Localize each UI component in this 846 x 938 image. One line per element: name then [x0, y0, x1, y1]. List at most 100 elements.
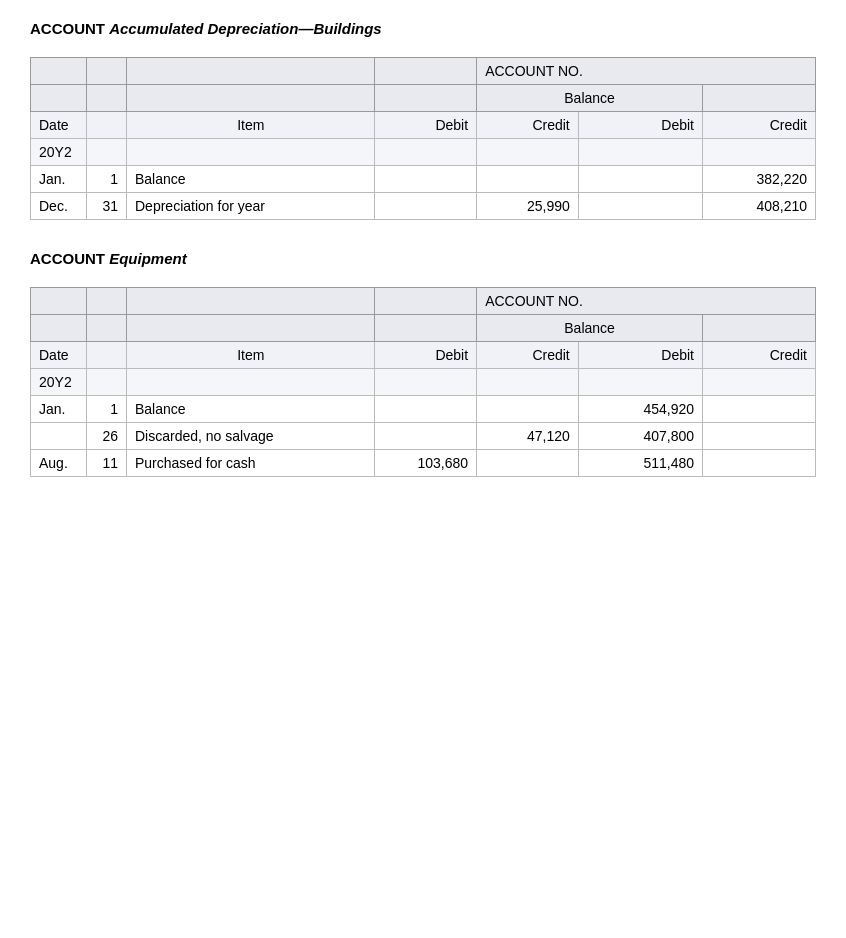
- cell-debit-0: [375, 369, 477, 396]
- table-row-0: 20Y2: [31, 369, 816, 396]
- account-title-prefix: ACCOUNT: [30, 20, 109, 37]
- cell-credit-2: 47,120: [477, 423, 579, 450]
- cell-item-1: Balance: [127, 396, 375, 423]
- account-section-0: ACCOUNT NO. Balance Date Item Debit Cred…: [30, 57, 816, 220]
- col-header-item: Item: [127, 342, 375, 369]
- hcell-empty6: [87, 315, 127, 342]
- hcell-empty3: [127, 58, 375, 85]
- table-row-2: 26 Discarded, no salvage 47,120 407,800: [31, 423, 816, 450]
- cell-bal-debit-0: [578, 369, 702, 396]
- account-title-name: Accumulated Depreciation—Buildings: [109, 20, 382, 37]
- cell-bal-debit-1: [578, 166, 702, 193]
- cell-date-2: Dec.: [31, 193, 87, 220]
- cell-bal-credit-0: [703, 369, 816, 396]
- account-no-cell: ACCOUNT NO.: [477, 288, 816, 315]
- cell-date-3: Aug.: [31, 450, 87, 477]
- col-header-bal-credit: Credit: [703, 342, 816, 369]
- col-header-date: Date: [31, 112, 87, 139]
- ledger-table-0: ACCOUNT NO. Balance Date Item Debit Cred…: [30, 57, 816, 220]
- col-header-item: Item: [127, 112, 375, 139]
- cell-debit-2: [375, 193, 477, 220]
- hcell-empty3: [127, 288, 375, 315]
- cell-debit-0: [375, 139, 477, 166]
- account-no-cell: ACCOUNT NO.: [477, 58, 816, 85]
- col-header-debit: Debit: [375, 342, 477, 369]
- cell-day-2: 26: [87, 423, 127, 450]
- table-row-0: 20Y2: [31, 139, 816, 166]
- cell-item-2: Depreciation for year: [127, 193, 375, 220]
- cell-credit-2: 25,990: [477, 193, 579, 220]
- account-title-prefix: ACCOUNT: [30, 250, 109, 267]
- header-row-labels: Date Item Debit Credit Debit Credit: [31, 112, 816, 139]
- header-row-labels: Date Item Debit Credit Debit Credit: [31, 342, 816, 369]
- col-header-debit: Debit: [375, 112, 477, 139]
- header-row-balance: Balance: [31, 85, 816, 112]
- cell-day-0: [87, 369, 127, 396]
- cell-bal-credit-2: [703, 423, 816, 450]
- cell-bal-debit-2: [578, 193, 702, 220]
- hcell-empty1: [31, 58, 87, 85]
- cell-day-2: 31: [87, 193, 127, 220]
- hcell-empty9: [703, 315, 816, 342]
- col-header-credit: Credit: [477, 342, 579, 369]
- cell-day-1: 1: [87, 166, 127, 193]
- cell-bal-credit-0: [703, 139, 816, 166]
- hcell-empty8: [375, 315, 477, 342]
- cell-date-0: 20Y2: [31, 369, 87, 396]
- col-header-bal-credit: Credit: [703, 112, 816, 139]
- col-header-bal-debit: Debit: [578, 342, 702, 369]
- hcell-empty7: [127, 315, 375, 342]
- cell-credit-1: [477, 166, 579, 193]
- balance-label-cell: Balance: [477, 85, 703, 112]
- table-row-2: Dec. 31 Depreciation for year 25,990 408…: [31, 193, 816, 220]
- col-header-day: [87, 112, 127, 139]
- cell-credit-1: [477, 396, 579, 423]
- hcell-empty1: [31, 288, 87, 315]
- hcell-empty6: [87, 85, 127, 112]
- col-header-credit: Credit: [477, 112, 579, 139]
- cell-item-3: Purchased for cash: [127, 450, 375, 477]
- col-header-bal-debit: Debit: [578, 112, 702, 139]
- hcell-empty5: [31, 315, 87, 342]
- cell-item-0: [127, 369, 375, 396]
- cell-date-0: 20Y2: [31, 139, 87, 166]
- cell-debit-1: [375, 396, 477, 423]
- cell-bal-debit-1: 454,920: [578, 396, 702, 423]
- hcell-empty9: [703, 85, 816, 112]
- cell-debit-2: [375, 423, 477, 450]
- header-row-balance: Balance: [31, 315, 816, 342]
- hcell-empty4: [375, 288, 477, 315]
- cell-day-3: 11: [87, 450, 127, 477]
- table-row-1: Jan. 1 Balance 454,920: [31, 396, 816, 423]
- cell-debit-1: [375, 166, 477, 193]
- cell-day-0: [87, 139, 127, 166]
- hcell-empty2: [87, 58, 127, 85]
- hcell-empty4: [375, 58, 477, 85]
- hcell-empty5: [31, 85, 87, 112]
- account-title-name: Equipment: [109, 250, 187, 267]
- cell-credit-0: [477, 139, 579, 166]
- cell-item-0: [127, 139, 375, 166]
- cell-item-2: Discarded, no salvage: [127, 423, 375, 450]
- cell-bal-credit-3: [703, 450, 816, 477]
- cell-bal-credit-2: 408,210: [703, 193, 816, 220]
- cell-bal-credit-1: [703, 396, 816, 423]
- cell-item-1: Balance: [127, 166, 375, 193]
- header-row-account-no: ACCOUNT NO.: [31, 288, 816, 315]
- cell-bal-credit-1: 382,220: [703, 166, 816, 193]
- account-title-1: ACCOUNT Equipment: [30, 250, 816, 267]
- hcell-empty7: [127, 85, 375, 112]
- col-header-day: [87, 342, 127, 369]
- account-section-1: ACCOUNT NO. Balance Date Item Debit Cred…: [30, 287, 816, 477]
- cell-bal-debit-0: [578, 139, 702, 166]
- cell-date-2: [31, 423, 87, 450]
- table-row-3: Aug. 11 Purchased for cash 103,680 511,4…: [31, 450, 816, 477]
- col-header-date: Date: [31, 342, 87, 369]
- cell-credit-0: [477, 369, 579, 396]
- ledger-table-1: ACCOUNT NO. Balance Date Item Debit Cred…: [30, 287, 816, 477]
- cell-credit-3: [477, 450, 579, 477]
- cell-date-1: Jan.: [31, 166, 87, 193]
- cell-bal-debit-3: 511,480: [578, 450, 702, 477]
- header-row-account-no: ACCOUNT NO.: [31, 58, 816, 85]
- balance-label-cell: Balance: [477, 315, 703, 342]
